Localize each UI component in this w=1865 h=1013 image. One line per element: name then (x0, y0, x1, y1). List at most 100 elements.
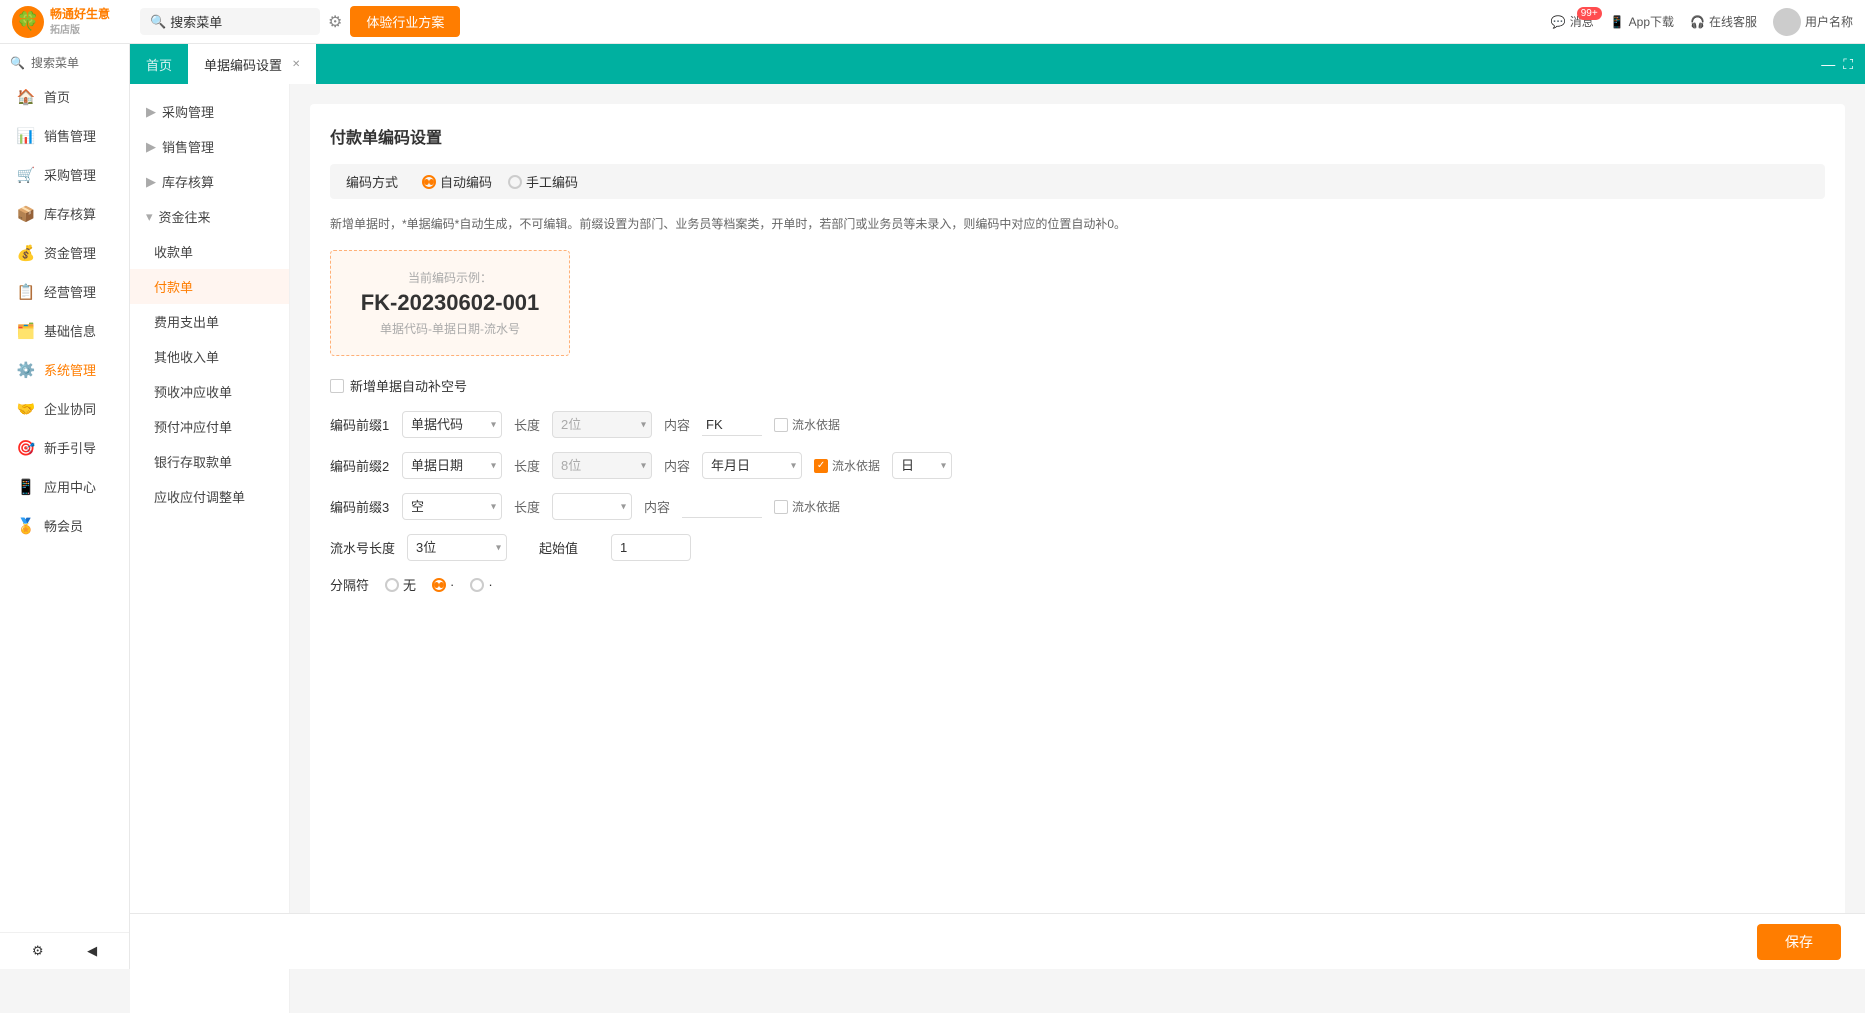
tab-encode-settings[interactable]: 单据编码设置 ✕ (188, 44, 316, 84)
length1-label: 长度 (514, 415, 540, 434)
topbar: 🍀 畅通好生意 拓店版 🔍 搜索菜单 ⚙ 体验行业方案 💬 消息 99+ 📱 A… (0, 0, 1865, 44)
submenu-capital[interactable]: ▾ 资金往来 (130, 199, 289, 234)
save-button[interactable]: 保存 (1757, 924, 1841, 960)
sidebar-item-operations[interactable]: 📋 经营管理 (0, 272, 129, 311)
submenu-item-receipt[interactable]: 收款单 (130, 234, 289, 269)
messages-btn[interactable]: 💬 消息 99+ (1551, 13, 1594, 30)
settings-icon[interactable]: ⚙ (32, 943, 44, 959)
search-icon: 🔍 (150, 14, 166, 30)
separator-none[interactable]: 无 (385, 575, 416, 594)
sidebar-item-sales[interactable]: 📊 销售管理 (0, 116, 129, 155)
sidebar-label-system: 系统管理 (44, 360, 96, 379)
sidebar-label-basic: 基础信息 (44, 321, 96, 340)
radio-manual[interactable]: 手工编码 (508, 172, 578, 191)
sidebar-item-purchase[interactable]: 🛒 采购管理 (0, 155, 129, 194)
chevron-right-icon: ▶ (146, 104, 156, 120)
sidebar-label-purchase: 采购管理 (44, 165, 96, 184)
submenu-item-other-income[interactable]: 其他收入单 (130, 339, 289, 374)
sidebar-item-home[interactable]: 🏠 首页 (0, 77, 129, 116)
tab-maximize-icon[interactable]: ⛶ (1843, 56, 1853, 73)
separator-none-label: 无 (403, 575, 416, 594)
user-area[interactable]: 用户名称 (1773, 8, 1853, 36)
submenu-item-expense[interactable]: 费用支出单 (130, 304, 289, 339)
prefix1-label: 编码前缀1 (330, 415, 390, 434)
serial-length-select[interactable]: 3位 (407, 534, 507, 561)
sidebar: 🔍 搜索菜单 🏠 首页 📊 销售管理 🛒 采购管理 📦 库存核算 💰 资金管理 … (0, 44, 130, 969)
encode-mode-row: 编码方式 自动编码 手工编码 (330, 164, 1825, 199)
sidebar-item-system[interactable]: ⚙️ 系统管理 (0, 350, 129, 389)
sidebar-item-enterprise[interactable]: 🤝 企业协同 (0, 389, 129, 428)
radio-manual-dot (508, 175, 522, 189)
prefix2-select-wrap[interactable]: 单据日期 (402, 452, 502, 479)
serial-start-input[interactable] (611, 534, 691, 561)
gear-icon[interactable]: ⚙ (328, 12, 342, 32)
sidebar-item-inventory[interactable]: 📦 库存核算 (0, 194, 129, 233)
separator-dot[interactable]: · (432, 577, 454, 592)
system-icon: ⚙️ (16, 361, 36, 379)
sidebar-item-guide[interactable]: 🎯 新手引导 (0, 428, 129, 467)
service-icon: 🎧 (1690, 15, 1705, 29)
prefix3-select-wrap[interactable]: 空 (402, 493, 502, 520)
liushui3-checkbox[interactable] (774, 500, 788, 514)
preview-label: 当前编码示例： (355, 269, 545, 286)
industry-btn[interactable]: 体验行业方案 (350, 6, 460, 37)
period-select[interactable]: 日 (892, 452, 952, 479)
content2-select[interactable]: 年月日 (702, 452, 802, 479)
length3-select-wrap[interactable] (552, 493, 632, 520)
submenu: ▶ 采购管理 ▶ 销售管理 ▶ 库存核算 ▾ 资金往来 收款单 付款单 费用支出… (130, 84, 290, 1013)
length3-select[interactable] (552, 493, 632, 520)
encode-mode-options: 自动编码 手工编码 (422, 172, 578, 191)
online-service-btn[interactable]: 🎧 在线客服 (1690, 13, 1757, 30)
submenu-item-payment[interactable]: 付款单 (130, 269, 289, 304)
submenu-purchase[interactable]: ▶ 采购管理 (130, 94, 289, 129)
submenu-item-advance-receive[interactable]: 预收冲应收单 (130, 374, 289, 409)
sidebar-search-icon: 🔍 (10, 56, 25, 70)
collapse-icon[interactable]: ◀ (87, 943, 97, 959)
liushui1-label: 流水依据 (792, 416, 840, 433)
chevron-down-icon: ▾ (146, 209, 153, 225)
content3-input[interactable] (682, 496, 762, 518)
chevron-right-icon-2: ▶ (146, 139, 156, 155)
serial-length-select-wrap[interactable]: 3位 (407, 534, 507, 561)
tab-minimize-icon[interactable]: — (1821, 56, 1835, 72)
sidebar-item-basic[interactable]: 🗂️ 基础信息 (0, 311, 129, 350)
topbar-right: 💬 消息 99+ 📱 App下载 🎧 在线客服 用户名称 (1551, 8, 1853, 36)
separator-row: 分隔符 无 · · (330, 575, 1825, 594)
period-select-wrap[interactable]: 日 (892, 452, 952, 479)
submenu-item-bank[interactable]: 银行存取款单 (130, 444, 289, 479)
content1-input[interactable] (702, 414, 762, 436)
submenu-item-advance-pay[interactable]: 预付冲应付单 (130, 409, 289, 444)
submenu-sales[interactable]: ▶ 销售管理 (130, 129, 289, 164)
sidebar-item-apps[interactable]: 📱 应用中心 (0, 467, 129, 506)
prefix2-select[interactable]: 单据日期 (402, 452, 502, 479)
tab-close-icon[interactable]: ✕ (292, 59, 300, 70)
submenu-item-adjust[interactable]: 应收应付调整单 (130, 479, 289, 514)
search-area[interactable]: 🔍 搜索菜单 (140, 8, 320, 35)
submenu-sales-label: 销售管理 (162, 137, 214, 156)
avatar (1773, 8, 1801, 36)
sidebar-item-member[interactable]: 🏅 畅会员 (0, 506, 129, 545)
auto-fill-checkbox[interactable] (330, 379, 344, 393)
finance-icon: 💰 (16, 244, 36, 262)
member-icon: 🏅 (16, 517, 36, 535)
separator-dot2[interactable]: · (470, 577, 492, 592)
radio-auto-label: 自动编码 (440, 172, 492, 191)
prefix-row-1: 编码前缀1 单据代码 长度 2位 内容 流水依据 (330, 411, 1825, 438)
submenu-inventory[interactable]: ▶ 库存核算 (130, 164, 289, 199)
prefix3-select[interactable]: 空 (402, 493, 502, 520)
prefix1-select-wrap[interactable]: 单据代码 (402, 411, 502, 438)
liushui1-wrap: 流水依据 (774, 416, 840, 433)
sidebar-item-finance[interactable]: 💰 资金管理 (0, 233, 129, 272)
liushui1-checkbox[interactable] (774, 418, 788, 432)
radio-auto[interactable]: 自动编码 (422, 172, 492, 191)
content2-select-wrap[interactable]: 年月日 (702, 452, 802, 479)
apps-icon: 📱 (16, 478, 36, 496)
sidebar-search[interactable]: 🔍 搜索菜单 (0, 44, 129, 77)
sidebar-label-inventory: 库存核算 (44, 204, 96, 223)
liushui2-checkbox[interactable]: ✓ (814, 459, 828, 473)
sidebar-label-home: 首页 (44, 87, 70, 106)
serial-start-label: 起始值 (539, 538, 599, 557)
prefix1-select[interactable]: 单据代码 (402, 411, 502, 438)
tab-home[interactable]: 首页 (130, 44, 188, 84)
app-download-btn[interactable]: 📱 App下载 (1610, 13, 1674, 30)
